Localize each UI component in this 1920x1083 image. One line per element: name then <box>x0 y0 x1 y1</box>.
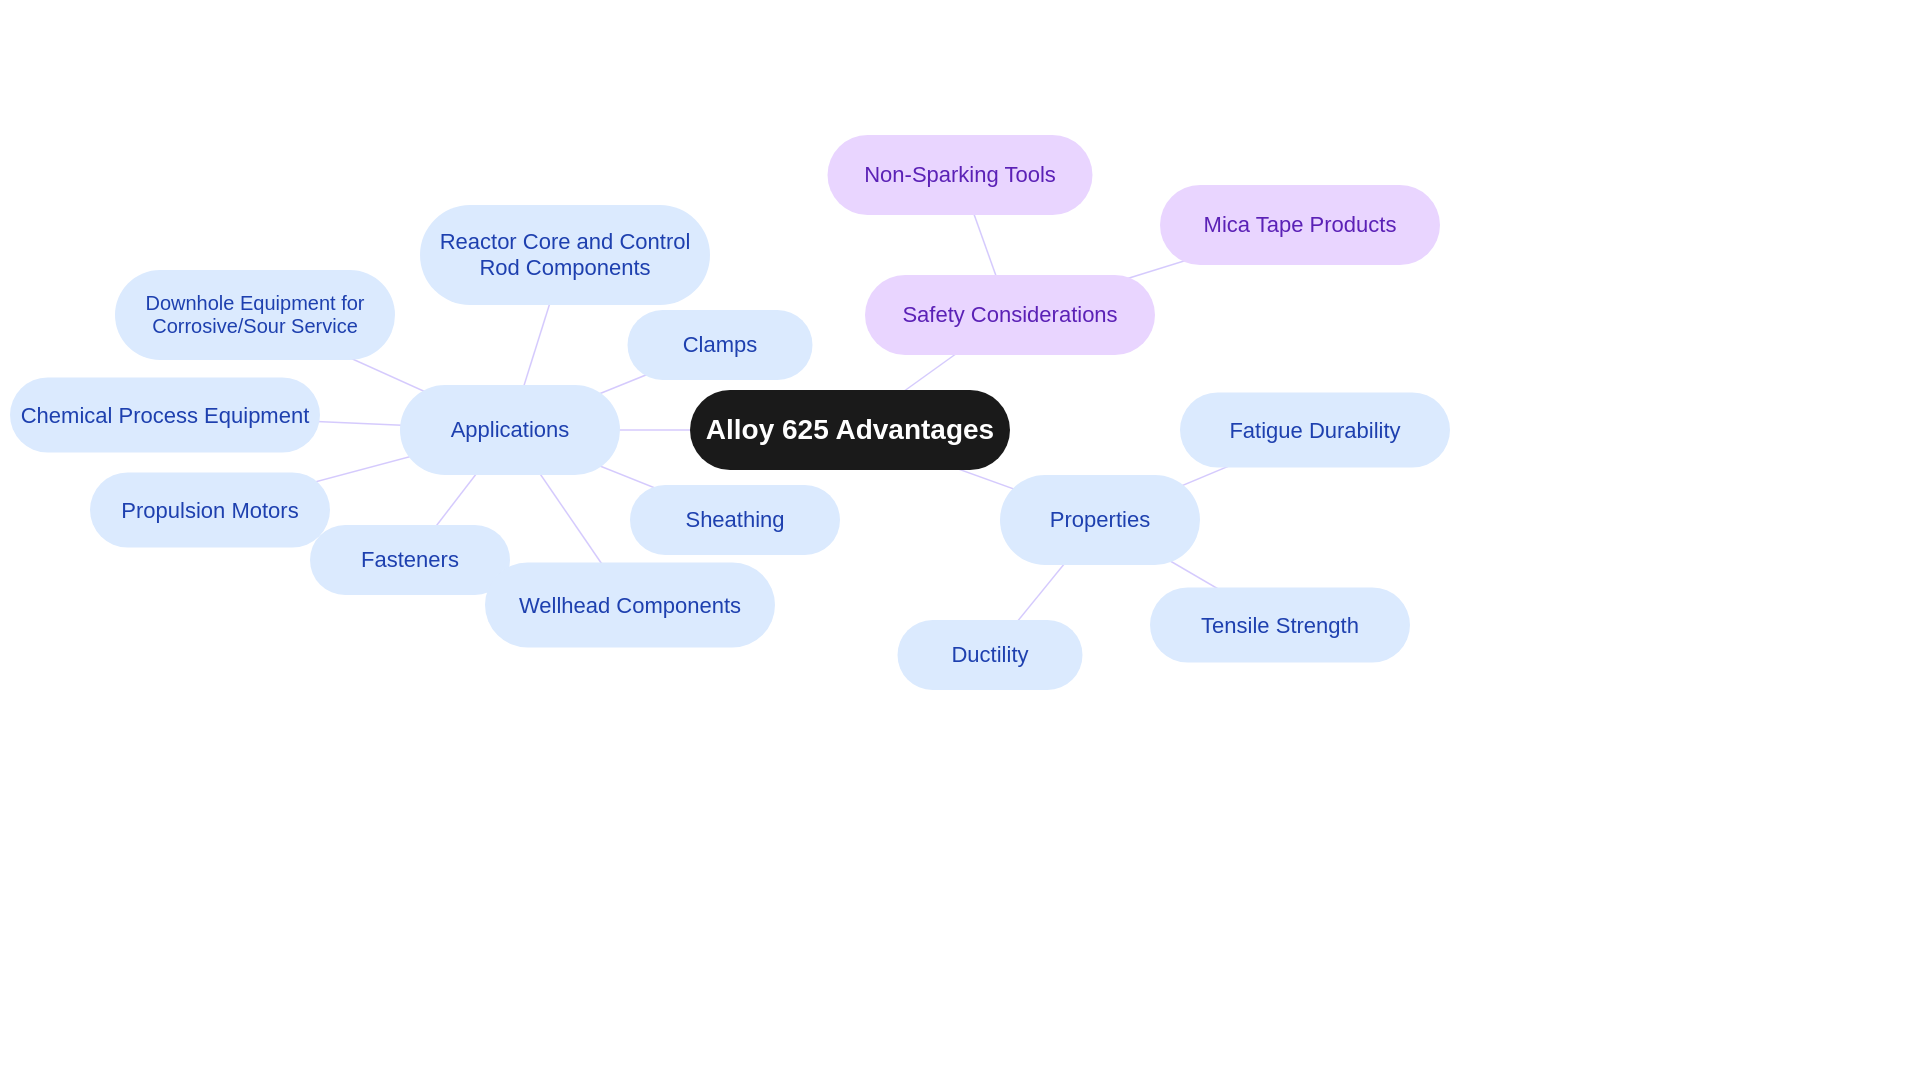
mind-map: Alloy 625 Advantages Applications Properti… <box>0 0 1920 1083</box>
node-wellhead[interactable]: Wellhead Components <box>485 563 775 648</box>
node-propulsion[interactable]: Propulsion Motors <box>90 473 330 548</box>
node-reactor[interactable]: Reactor Core and Control Rod Components <box>420 205 710 305</box>
node-chemical[interactable]: Chemical Process Equipment <box>10 378 320 453</box>
node-sheathing[interactable]: Sheathing <box>630 485 840 555</box>
node-downhole[interactable]: Downhole Equipment for Corrosive/Sour Se… <box>115 270 395 360</box>
node-fatigue[interactable]: Fatigue Durability <box>1180 393 1450 468</box>
node-ductility[interactable]: Ductility <box>898 620 1083 690</box>
node-properties[interactable]: Properties <box>1000 475 1200 565</box>
node-tensile[interactable]: Tensile Strength <box>1150 588 1410 663</box>
node-fasteners[interactable]: Fasteners <box>310 525 510 595</box>
node-center[interactable]: Alloy 625 Advantages <box>690 390 1010 470</box>
node-clamps[interactable]: Clamps <box>628 310 813 380</box>
node-safety[interactable]: Safety Considerations <box>865 275 1155 355</box>
node-nonsparking[interactable]: Non-Sparking Tools <box>828 135 1093 215</box>
node-applications[interactable]: Applications <box>400 385 620 475</box>
node-mica[interactable]: Mica Tape Products <box>1160 185 1440 265</box>
